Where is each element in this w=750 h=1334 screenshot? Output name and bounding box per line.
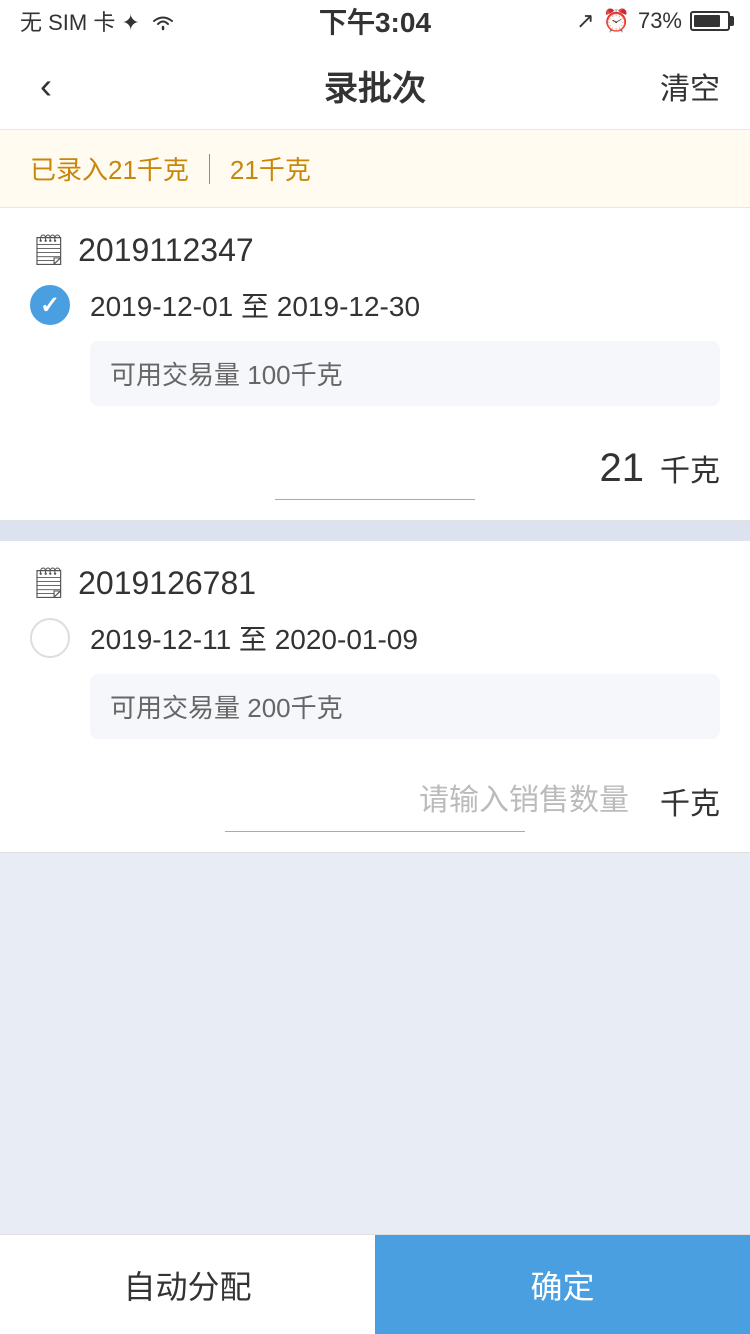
confirm-button[interactable]: 确定 (375, 1235, 750, 1334)
batch-1-avail: 可用交易量 100千克 (90, 341, 720, 406)
battery-icon (690, 11, 730, 31)
batch-2-radio[interactable] (30, 618, 70, 658)
batch-2-date: 2019-12-11 至 2020-01-09 (90, 618, 418, 658)
batch-1-unit: 千克 (660, 446, 720, 490)
location-icon: ↗ (576, 8, 594, 34)
batch-1-amount-row: 21 千克 (0, 426, 750, 521)
section-divider (0, 521, 750, 541)
batch-1-amount: 21 (600, 446, 645, 491)
batch-2-date-row[interactable]: 2019-12-11 至 2020-01-09 (30, 618, 720, 658)
bottom-bar: 自动分配 确定 (0, 1234, 750, 1334)
batch-1-icon: 🗒 (30, 233, 68, 268)
batch-2-avail: 可用交易量 200千克 (90, 674, 720, 739)
info-bar: 已录入21千克 21千克 (0, 130, 750, 208)
status-time: 下午3:04 (319, 1, 431, 41)
batch-1-date-row[interactable]: 2019-12-01 至 2019-12-30 (30, 285, 720, 325)
batch-2-qty-input[interactable] (30, 784, 644, 818)
batch-2-unit: 千克 (660, 779, 720, 823)
batch-1-avail-text: 可用交易量 100千克 (110, 360, 343, 390)
input-underline (225, 831, 525, 832)
auto-distribute-button[interactable]: 自动分配 (0, 1235, 375, 1334)
sim-label: 无 SIM 卡 ✦ (20, 5, 140, 37)
batch-2-id: 2019126781 (78, 565, 256, 602)
batch-2-id-row: 🗒 2019126781 (30, 565, 720, 602)
batch-2-icon: 🗒 (30, 566, 68, 601)
batch-1-id: 2019112347 (78, 232, 254, 269)
batch-1-date: 2019-12-01 至 2019-12-30 (90, 285, 420, 325)
alarm-icon: ⏰ (603, 8, 630, 34)
batch-1-id-row: 🗒 2019112347 (30, 232, 720, 269)
info-divider (209, 154, 210, 184)
batch-2-avail-text: 可用交易量 200千克 (110, 693, 343, 723)
nav-bar: ‹ 录批次 清空 (0, 42, 750, 130)
status-right: ↗ ⏰ 73% (576, 8, 730, 34)
status-left: 无 SIM 卡 ✦ (20, 5, 178, 37)
recorded-value: 21千克 (230, 150, 311, 187)
recorded-label: 已录入21千克 (30, 150, 189, 187)
page-title: 录批次 (324, 61, 426, 110)
wifi-icon (148, 11, 178, 31)
back-button[interactable]: ‹ (30, 55, 62, 117)
amount-underline (275, 499, 475, 500)
batch-card-2: 🗒 2019126781 2019-12-11 至 2020-01-09 可用交… (0, 541, 750, 853)
batch-card-1: 🗒 2019112347 2019-12-01 至 2019-12-30 可用交… (0, 208, 750, 521)
clear-button[interactable]: 清空 (660, 64, 720, 108)
batch-1-radio[interactable] (30, 285, 70, 325)
battery-percent: 73% (638, 8, 682, 34)
status-bar: 无 SIM 卡 ✦ 下午3:04 ↗ ⏰ 73% (0, 0, 750, 42)
batch-2-input-row: 千克 (0, 759, 750, 853)
